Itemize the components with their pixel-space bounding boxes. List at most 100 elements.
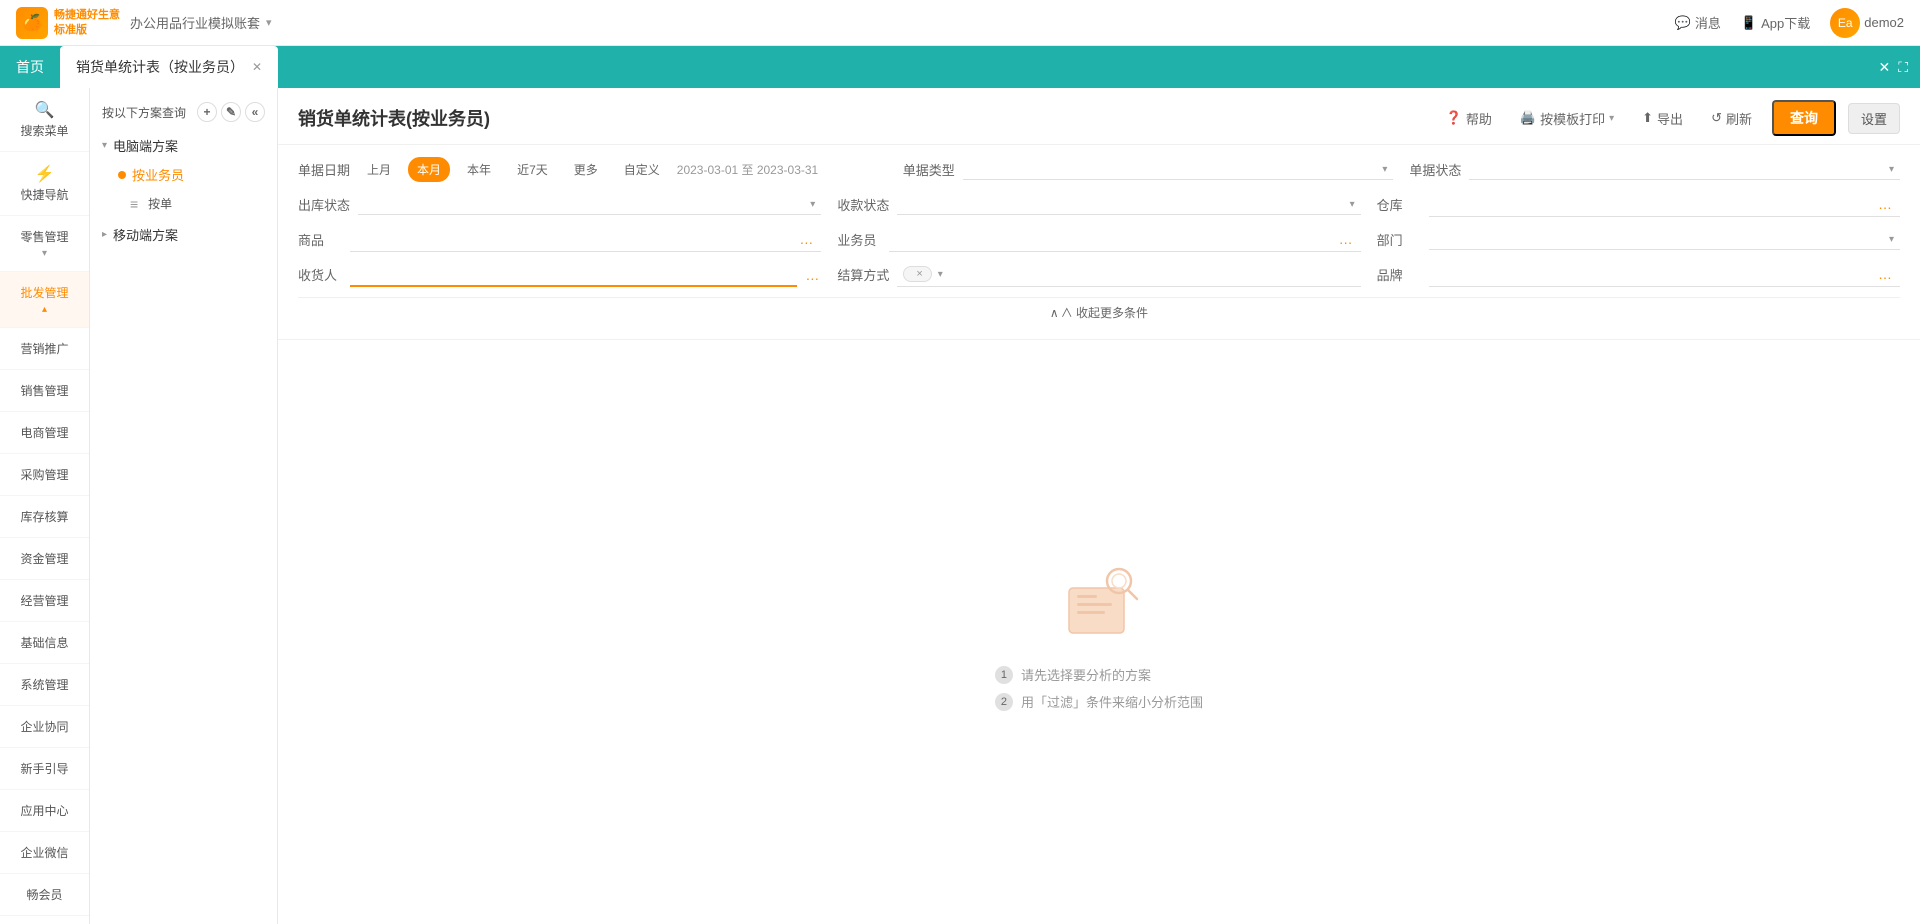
page-actions: ❓ 帮助 🖨️ 按模板打印 ▾ ⬆ 导出 ↺ 刷新	[1438, 100, 1900, 136]
header-right: 💬 消息 📱 App下载 Ea demo2	[1675, 8, 1904, 38]
app-download-btn[interactable]: 📱 App下载	[1741, 13, 1810, 32]
brand-select[interactable]: …	[1429, 262, 1900, 287]
salesman-select[interactable]: …	[889, 227, 1360, 252]
date-btn-this-month[interactable]: 本月	[408, 157, 450, 182]
filter-goods: 商品 …	[298, 227, 821, 252]
sidebar-item-ecommerce[interactable]: 电商管理	[0, 412, 89, 454]
doc-type-select[interactable]: ▾	[963, 160, 1394, 180]
scheme-section-mobile-title[interactable]: ▸ 移动端方案	[90, 221, 277, 248]
date-btn-last-month[interactable]: 上月	[358, 157, 400, 182]
logo-text: 畅捷通好生意 标准版	[54, 8, 120, 37]
pay-status-select[interactable]: ▾	[897, 195, 1360, 215]
logo-area: 🍊 畅捷通好生意 标准版	[16, 7, 120, 39]
warehouse-select[interactable]: …	[1429, 192, 1900, 217]
message-icon: 💬	[1675, 15, 1691, 31]
page-title: 销货单统计表(按业务员)	[298, 105, 490, 131]
receiver-dots[interactable]: …	[805, 267, 821, 283]
sidebar-item-basic[interactable]: 基础信息	[0, 622, 89, 664]
date-btn-this-year[interactable]: 本年	[458, 157, 500, 182]
tab-home[interactable]: 首页	[0, 46, 60, 88]
user-profile[interactable]: Ea demo2	[1830, 8, 1904, 38]
sidebar-item-operation[interactable]: 经营管理	[0, 580, 89, 622]
breadcrumb[interactable]: 办公用品行业模拟账套 ▾	[130, 13, 272, 32]
filter-department: 部门 ▾	[1377, 230, 1900, 250]
filter-row-2: 出库状态 ▾ 收款状态 ▾ 仓库	[298, 192, 1900, 217]
phone-icon: 📱	[1741, 15, 1757, 31]
warehouse-dots[interactable]: …	[1878, 196, 1894, 212]
date-btn-custom[interactable]: 自定义	[615, 157, 669, 182]
scheme-add-btn[interactable]: +	[197, 102, 217, 122]
date-btn-last-7-days[interactable]: 近7天	[508, 157, 557, 182]
department-select[interactable]: ▾	[1429, 230, 1900, 250]
export-btn[interactable]: ⬆ 导出	[1634, 105, 1691, 132]
print-icon: 🖨️	[1520, 110, 1536, 126]
doc-status-select[interactable]: ▾	[1469, 160, 1900, 180]
receiver-input[interactable]	[350, 262, 797, 287]
sidebar-item-inventory[interactable]: 库存核算	[0, 496, 89, 538]
sidebar-item-enterprise[interactable]: 企业协同	[0, 706, 89, 748]
collapse-conditions-btn[interactable]: ∧ ∧ 收起更多条件	[298, 297, 1900, 327]
main-layout: 🔍 搜索菜单 ⚡ 快捷导航 零售管理 ▾ 批发管理 ▴ 营销推广 销售管理 电商…	[0, 88, 1920, 924]
help-btn[interactable]: ❓ 帮助	[1438, 105, 1500, 132]
sidebar-item-retail[interactable]: 零售管理 ▾	[0, 216, 89, 272]
sidebar-item-marketing[interactable]: 营销推广	[0, 328, 89, 370]
doc-status-arrow: ▾	[1889, 164, 1894, 175]
tab-close-btn[interactable]: ✕	[252, 60, 262, 74]
goods-select[interactable]: …	[350, 227, 821, 252]
window-expand-icon[interactable]: ⛶	[1898, 59, 1908, 76]
sidebar-item-system[interactable]: 系统管理	[0, 664, 89, 706]
pay-status-arrow: ▾	[1350, 199, 1355, 210]
scheme-section-pc: ▾ 电脑端方案 按业务员 ≡ 按单 ▸ 移动端方案	[90, 128, 277, 252]
warehouse-label: 仓库	[1377, 195, 1421, 214]
sidebar-item-appcenter[interactable]: 应用中心	[0, 790, 89, 832]
settlement-select[interactable]: × ▾	[897, 262, 1360, 287]
refresh-btn[interactable]: ↺ 刷新	[1703, 105, 1760, 132]
sidebar-item-vip[interactable]: 畅会员	[0, 874, 89, 916]
doc-status-label: 单据状态	[1409, 160, 1461, 179]
settlement-tag-close[interactable]: ×	[916, 268, 922, 280]
sidebar-item-wechat[interactable]: 企业微信	[0, 832, 89, 874]
filter-date: 单据日期 上月 本月 本年 近7天 更多 自定义 2023-03-01 至 20…	[298, 157, 887, 182]
scheme-item-by-salesman[interactable]: 按业务员	[90, 159, 277, 190]
filter-out-status: 出库状态 ▾	[298, 195, 821, 215]
filter-brand: 品牌 …	[1377, 262, 1900, 287]
print-btn[interactable]: 🖨️ 按模板打印 ▾	[1512, 105, 1622, 132]
scheme-collapse-btn[interactable]: «	[245, 102, 265, 122]
sidebar-item-sales[interactable]: 销售管理	[0, 370, 89, 412]
tip-num-2: 2	[995, 693, 1013, 711]
sidebar-item-wholesale[interactable]: 批发管理 ▴	[0, 272, 89, 328]
shortcut-icon: ⚡	[4, 164, 85, 184]
brand-dots[interactable]: …	[1878, 266, 1894, 282]
empty-tips: 1 请先选择要分析的方案 2 用「过滤」条件来缩小分析范围	[995, 665, 1203, 711]
sidebar-item-finance[interactable]: 资金管理	[0, 538, 89, 580]
sidebar-item-search-menu[interactable]: 🔍 搜索菜单	[0, 88, 89, 152]
scheme-sub-item-by-order[interactable]: ≡ 按单	[90, 190, 277, 217]
scheme-edit-btn[interactable]: ✎	[221, 102, 241, 122]
tab-sales-stat[interactable]: 销货单统计表（按业务员） ✕	[60, 46, 278, 88]
export-icon: ⬆	[1642, 110, 1653, 126]
help-icon: ❓	[1446, 110, 1462, 126]
salesman-dots[interactable]: …	[1339, 231, 1355, 247]
top-header: 🍊 畅捷通好生意 标准版 办公用品行业模拟账套 ▾ 💬 消息 📱 App下载 E…	[0, 0, 1920, 46]
main-content: 销货单统计表(按业务员) ❓ 帮助 🖨️ 按模板打印 ▾ ⬆ 导出	[278, 88, 1920, 924]
message-btn[interactable]: 💬 消息	[1675, 13, 1721, 32]
settings-btn[interactable]: 设置	[1848, 103, 1900, 134]
goods-dots[interactable]: …	[799, 231, 815, 247]
empty-icon	[1049, 553, 1149, 653]
active-dot	[118, 171, 126, 179]
out-status-select[interactable]: ▾	[358, 195, 821, 215]
sales-stat-tab-label: 销货单统计表（按业务员）	[76, 57, 244, 77]
date-btn-more[interactable]: 更多	[565, 157, 607, 182]
sidebar-item-newbie[interactable]: 新手引导	[0, 748, 89, 790]
window-close-icon[interactable]: ✕	[1878, 59, 1890, 76]
out-status-label: 出库状态	[298, 195, 350, 214]
sidebar-item-shortcut[interactable]: ⚡ 快捷导航	[0, 152, 89, 216]
collapse-icon: ∧	[1050, 306, 1059, 320]
pay-status-label: 收款状态	[837, 195, 889, 214]
filter-row-4: 收货人 … 结算方式 × ▾	[298, 262, 1900, 287]
sidebar-item-purchase[interactable]: 采购管理	[0, 454, 89, 496]
date-range: 2023-03-01 至 2023-03-31	[677, 161, 818, 178]
scheme-section-pc-title[interactable]: ▾ 电脑端方案	[90, 132, 277, 159]
content-area: 按以下方案查询 + ✎ « ▾ 电脑端方案 按业务员 ≡ 按单	[90, 88, 1920, 924]
query-btn[interactable]: 查询	[1772, 100, 1836, 136]
